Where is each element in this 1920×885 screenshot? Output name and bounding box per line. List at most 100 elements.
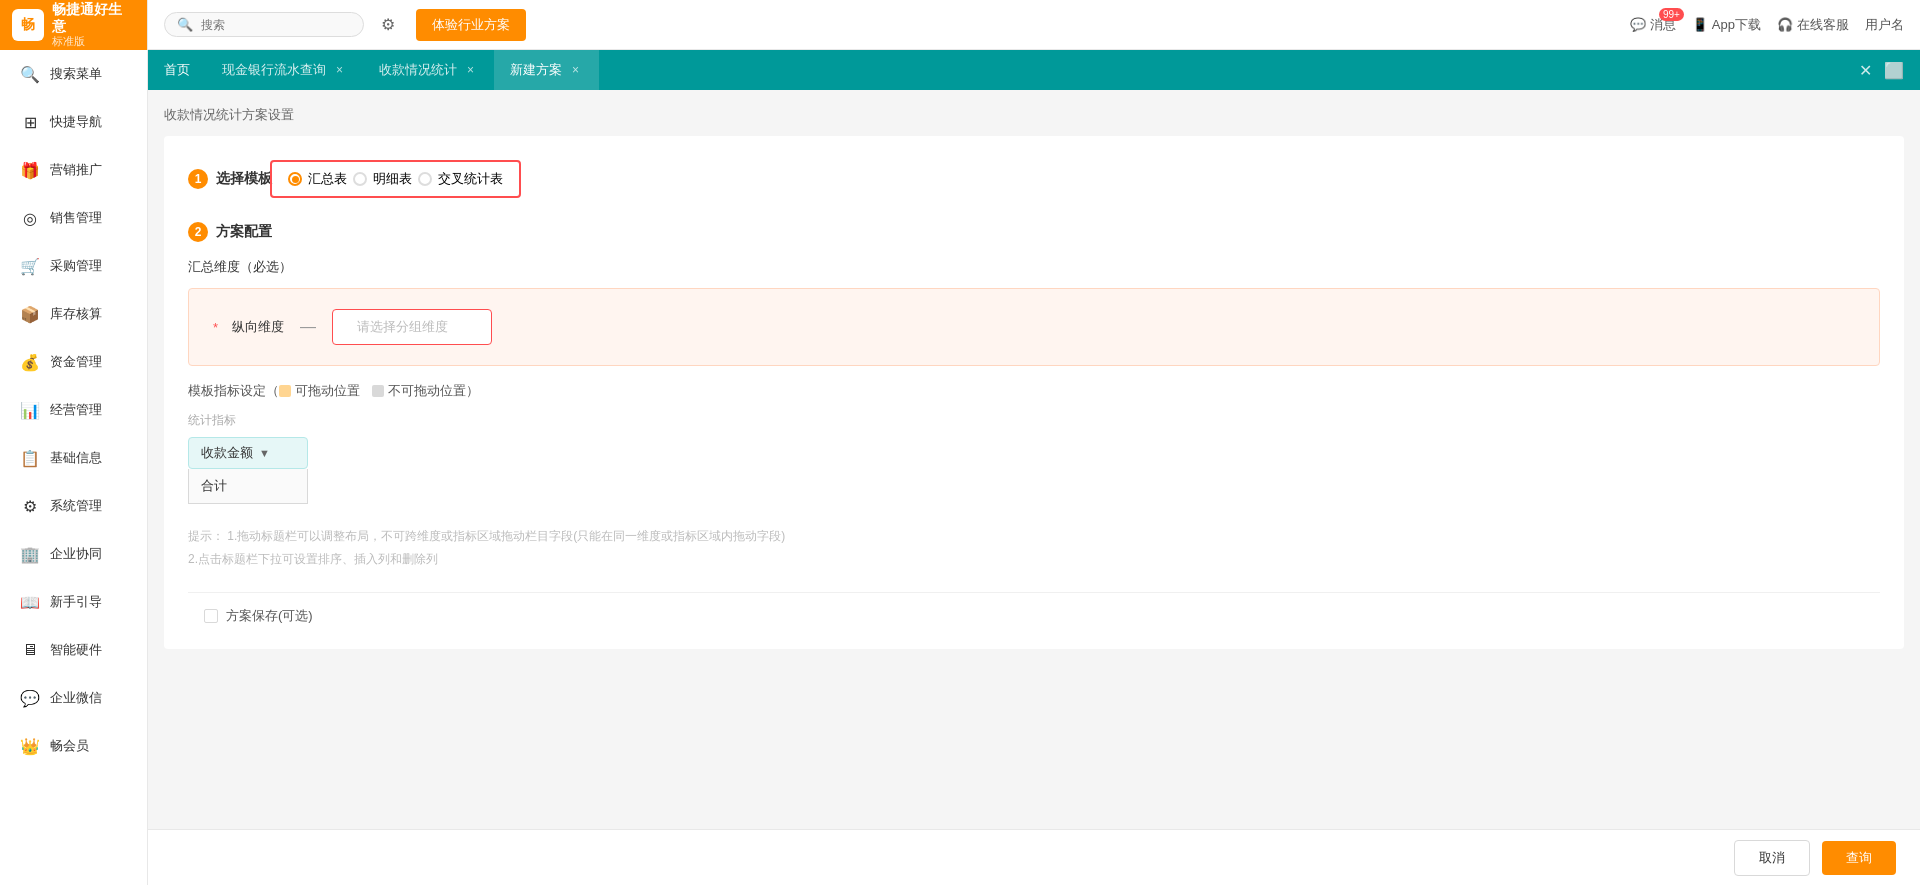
online-service-button[interactable]: 🎧 在线客服 [1777,16,1849,34]
sidebar-item-label: 经营管理 [50,401,102,419]
footer-save-row: 方案保存(可选) [188,592,1880,625]
wechat-icon: 💬 [20,689,40,708]
tab-home[interactable]: 首页 [148,50,206,90]
app-icon: 📱 [1692,17,1708,32]
step2-label: 方案配置 [216,223,272,241]
sidebar-item-enterprise[interactable]: 🏢 企业协同 [0,530,147,578]
sidebar-item-wechat[interactable]: 💬 企业微信 [0,674,147,722]
hardware-icon: 🖥 [20,641,40,659]
cancel-button[interactable]: 取消 [1734,840,1810,876]
system-icon: ⚙ [20,497,40,516]
radio-detail-label: 明细表 [373,170,412,188]
radio-summary-circle [288,172,302,186]
radio-cross[interactable]: 交叉统计表 [418,170,503,188]
tab-new-plan-label: 新建方案 [510,61,562,79]
enterprise-icon: 🏢 [20,545,40,564]
sales-icon: ◎ [20,209,40,228]
tab-collection-stat-label: 收款情况统计 [379,61,457,79]
dimension-area: * 纵向维度 — 请选择分组维度 [188,288,1880,366]
sidebar-item-label: 销售管理 [50,209,102,227]
radio-cross-circle [418,172,432,186]
metrics-column-row: 合计 [188,469,308,504]
config-section: 汇总维度（必选） * 纵向维度 — 请选择分组维度 模板指标设定 [188,258,1880,568]
sidebar-logo: 畅 畅捷通好生意 标准版 [0,0,147,50]
sidebar-item-label: 企业微信 [50,689,102,707]
bottom-bar: 取消 查询 [148,829,1920,885]
radio-cross-label: 交叉统计表 [438,170,503,188]
sidebar-item-label: 库存核算 [50,305,102,323]
save-label: 方案保存(可选) [226,607,313,625]
sidebar-item-quick-nav[interactable]: ⊞ 快捷导航 [0,98,147,146]
vertical-dimension-label: 纵向维度 [232,318,284,336]
logo-icon: 畅 [12,9,44,41]
service-icon: 🎧 [1777,17,1793,32]
sidebar-item-sales[interactable]: ◎ 销售管理 [0,194,147,242]
sidebar-item-operation[interactable]: 📊 经营管理 [0,386,147,434]
metrics-section: 模板指标设定（ 可拖动位置 不可拖动位置 ） 统计指标 [188,382,1880,504]
tab-new-plan-close[interactable]: × [568,61,583,79]
page-title: 收款情况统计方案设置 [164,106,1904,124]
step2-section: 2 方案配置 汇总维度（必选） * 纵向维度 — 请选择分组维度 [188,222,1880,568]
sidebar-item-guide[interactable]: 📖 新手引导 [0,578,147,626]
arrow-icon: — [300,318,316,336]
user-info[interactable]: 用户名 [1865,16,1904,34]
tab-maximize-icon[interactable]: ⬜ [1880,57,1908,84]
sidebar-item-inventory[interactable]: 📦 库存核算 [0,290,147,338]
sidebar-item-label: 畅会员 [50,737,89,755]
tab-close-all-icon[interactable]: ✕ [1855,57,1876,84]
dimension-picker[interactable]: 请选择分组维度 [332,309,492,345]
radio-summary-label: 汇总表 [308,170,347,188]
search-icon: 🔍 [177,17,193,32]
column-dropdown-icon: ▼ [259,447,270,459]
sidebar-item-search[interactable]: 🔍 搜索菜单 [0,50,147,98]
base-icon: 📋 [20,449,40,468]
step2-badge: 2 [188,222,208,242]
query-button[interactable]: 查询 [1822,841,1896,875]
header-search-box[interactable]: 🔍 [164,12,364,37]
sidebar-item-label: 搜索菜单 [50,65,102,83]
gift-icon: 🎁 [20,161,40,180]
radio-detail[interactable]: 明细表 [353,170,412,188]
sidebar-item-system[interactable]: ⚙ 系统管理 [0,482,147,530]
dimension-section-title: 汇总维度（必选） [188,258,1880,276]
metrics-column-header[interactable]: 收款金额 ▼ [188,437,308,469]
sidebar-item-finance[interactable]: 💰 资金管理 [0,338,147,386]
radio-summary[interactable]: 汇总表 [288,170,347,188]
logo-badge: 标准版 [52,34,135,49]
trial-button[interactable]: 体验行业方案 [416,9,526,41]
settings-icon[interactable]: ⚙ [372,9,404,41]
tab-bar: 首页 现金银行流水查询 × 收款情况统计 × 新建方案 × ✕ ⬜ [148,50,1920,90]
sidebar-item-hardware[interactable]: 🖥 智能硬件 [0,626,147,674]
step1-badge: 1 [188,169,208,189]
content-card: 1 选择模板 汇总表 明细表 交叉统计表 [164,136,1904,649]
tab-new-plan[interactable]: 新建方案 × [494,50,599,90]
operation-icon: 📊 [20,401,40,420]
online-service-label: 在线客服 [1797,16,1849,34]
save-checkbox[interactable] [204,609,218,623]
tab-collection-stat-close[interactable]: × [463,61,478,79]
step1-label: 选择模板 [216,170,272,188]
sidebar-item-label: 智能硬件 [50,641,102,659]
radio-detail-circle [353,172,367,186]
sidebar-item-purchase[interactable]: 🛒 采购管理 [0,242,147,290]
notification-button[interactable]: 💬 消息 99+ [1630,16,1676,34]
search-input[interactable] [201,18,341,32]
sidebar-item-member[interactable]: 👑 畅会员 [0,722,147,770]
metrics-header: 模板指标设定（ 可拖动位置 不可拖动位置 ） [188,382,1880,400]
message-icon: 💬 [1630,17,1646,32]
tab-bank-flow-close[interactable]: × [332,61,347,79]
metrics-table: 收款金额 ▼ 合计 [188,437,1880,504]
tips-section: 提示： 1.拖动标题栏可以调整布局，不可跨维度或指标区域拖动栏目字段(只能在同一… [188,528,1880,568]
sidebar-item-marketing[interactable]: 🎁 营销推广 [0,146,147,194]
tip-2: 2.点击标题栏下拉可设置排序、插入列和删除列 [188,551,1880,568]
app-download-button[interactable]: 📱 App下载 [1692,16,1761,34]
tab-bank-flow[interactable]: 现金银行流水查询 × [206,50,363,90]
sidebar: 畅 畅捷通好生意 标准版 🔍 搜索菜单 ⊞ 快捷导航 🎁 营销推广 ◎ 销售管理… [0,0,148,885]
fixed-indicator [372,385,384,397]
logo-text: 畅捷通好生意 [52,1,135,35]
purchase-icon: 🛒 [20,257,40,276]
tip-1: 提示： 1.拖动标题栏可以调整布局，不可跨维度或指标区域拖动栏目字段(只能在同一… [188,528,1880,545]
sidebar-item-label: 系统管理 [50,497,102,515]
sidebar-item-base[interactable]: 📋 基础信息 [0,434,147,482]
tab-collection-stat[interactable]: 收款情况统计 × [363,50,494,90]
